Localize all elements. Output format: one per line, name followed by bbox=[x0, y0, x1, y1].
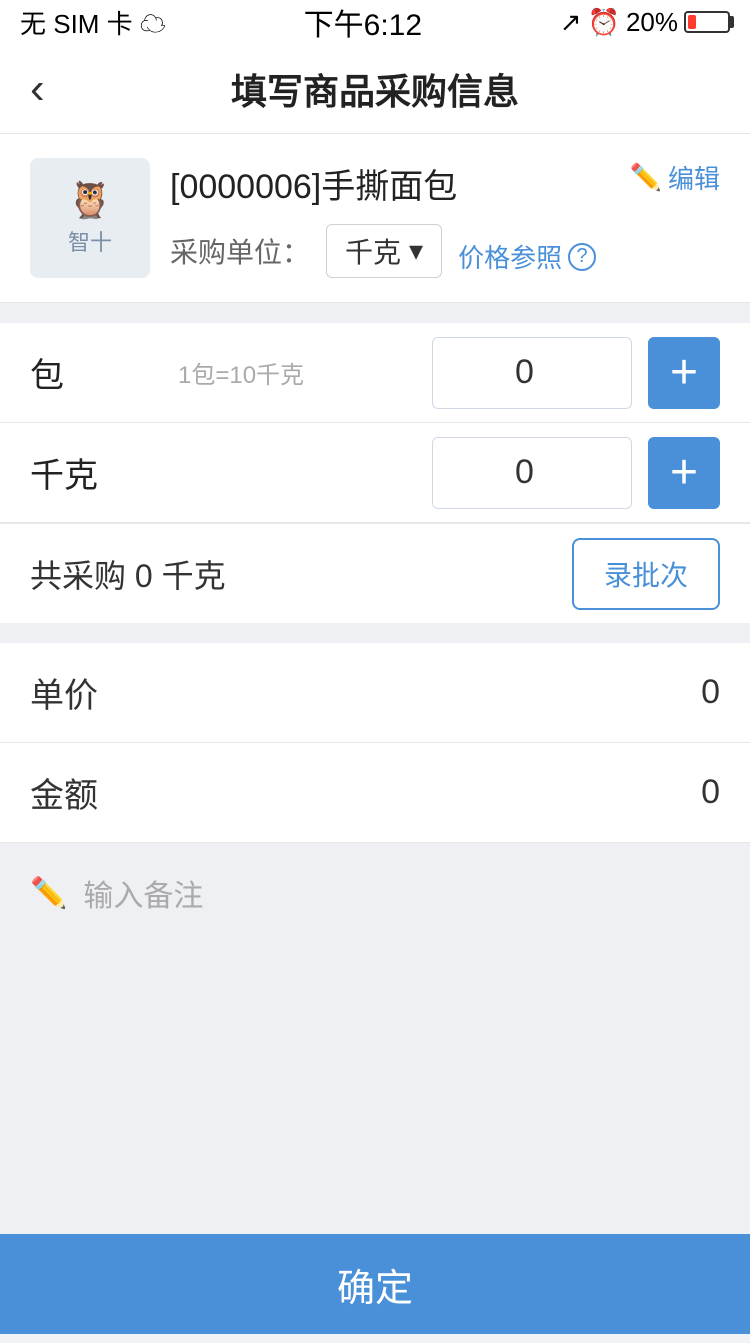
edit-button[interactable]: ✏️ 编辑 bbox=[630, 159, 720, 196]
kg-label: 千克 bbox=[30, 448, 170, 497]
amount-label: 金额 bbox=[30, 768, 701, 817]
edit-icon: ✏️ bbox=[630, 162, 662, 193]
batch-button[interactable]: 录批次 bbox=[572, 538, 720, 610]
plus-icon-2: + bbox=[670, 445, 698, 500]
product-info: [0000006]手撕面包 ✏️ 编辑 采购单位： 千克 ▾ 价格参照 ? bbox=[170, 159, 720, 278]
unit-label: 采购单位： bbox=[170, 231, 310, 271]
battery-percent: 20% bbox=[626, 7, 678, 38]
remark-section[interactable]: ✏️ 输入备注 bbox=[0, 843, 750, 943]
price-section: 单价 0 金额 0 bbox=[0, 643, 750, 843]
bag-sublabel: 1包=10千克 bbox=[178, 355, 304, 390]
empty-area bbox=[0, 943, 750, 1243]
amount-value: 0 bbox=[701, 773, 720, 812]
unit-price-label: 单价 bbox=[30, 668, 701, 717]
summary-row: 共采购 0 千克 录批次 bbox=[0, 523, 750, 623]
amount-row: 金额 0 bbox=[0, 743, 750, 843]
pencil-icon: ✏️ bbox=[30, 876, 67, 911]
status-bar: 无 SIM 卡 ☁ 下午6:12 ↗ ⏰ 20% bbox=[0, 0, 750, 44]
edit-label: 编辑 bbox=[668, 159, 720, 196]
kg-plus-button[interactable]: + bbox=[648, 437, 720, 509]
product-logo-text: 智十 bbox=[68, 225, 112, 257]
product-image: 🦉 智十 bbox=[30, 158, 150, 278]
bag-input-field: + bbox=[304, 337, 720, 409]
product-name: [0000006]手撕面包 bbox=[170, 159, 457, 208]
unit-price-value: 0 bbox=[701, 673, 720, 712]
input-section: 包 1包=10千克 + 千克 + bbox=[0, 323, 750, 523]
section-divider-2 bbox=[0, 623, 750, 643]
price-ref-label: 价格参照 bbox=[458, 238, 562, 275]
chevron-down-icon: ▾ bbox=[409, 234, 423, 267]
bag-quantity-input[interactable] bbox=[432, 337, 632, 409]
product-card: 🦉 智十 [0000006]手撕面包 ✏️ 编辑 采购单位： 千克 ▾ 价格参照 bbox=[0, 134, 750, 303]
product-logo: 🦉 bbox=[68, 179, 113, 221]
bag-label: 包 bbox=[30, 348, 170, 397]
section-divider-1 bbox=[0, 303, 750, 323]
info-icon: ? bbox=[568, 243, 596, 271]
bag-plus-button[interactable]: + bbox=[648, 337, 720, 409]
back-button[interactable]: ‹ bbox=[30, 67, 45, 111]
status-time: 下午6:12 bbox=[304, 0, 422, 44]
status-right: ↗ ⏰ 20% bbox=[560, 7, 730, 38]
alarm-icon: ⏰ bbox=[588, 7, 620, 38]
price-ref-button[interactable]: 价格参照 ? bbox=[458, 238, 596, 275]
confirm-button[interactable]: 确定 bbox=[0, 1234, 750, 1334]
location-icon: ↗ bbox=[560, 7, 582, 38]
plus-icon: + bbox=[670, 345, 698, 400]
kg-quantity-input[interactable] bbox=[432, 437, 632, 509]
status-left: 无 SIM 卡 ☁ bbox=[20, 4, 166, 41]
bag-input-row: 包 1包=10千克 + bbox=[0, 323, 750, 423]
nav-bar: ‹ 填写商品采购信息 bbox=[0, 44, 750, 134]
kg-input-field: + bbox=[170, 437, 720, 509]
page-title: 填写商品采购信息 bbox=[231, 63, 519, 115]
unit-select[interactable]: 千克 ▾ bbox=[326, 224, 442, 278]
unit-value: 千克 bbox=[345, 231, 401, 271]
battery-icon bbox=[684, 11, 730, 33]
summary-text: 共采购 0 千克 bbox=[30, 551, 572, 597]
remark-placeholder: 输入备注 bbox=[83, 871, 203, 915]
unit-price-row: 单价 0 bbox=[0, 643, 750, 743]
kg-input-row: 千克 + bbox=[0, 423, 750, 523]
